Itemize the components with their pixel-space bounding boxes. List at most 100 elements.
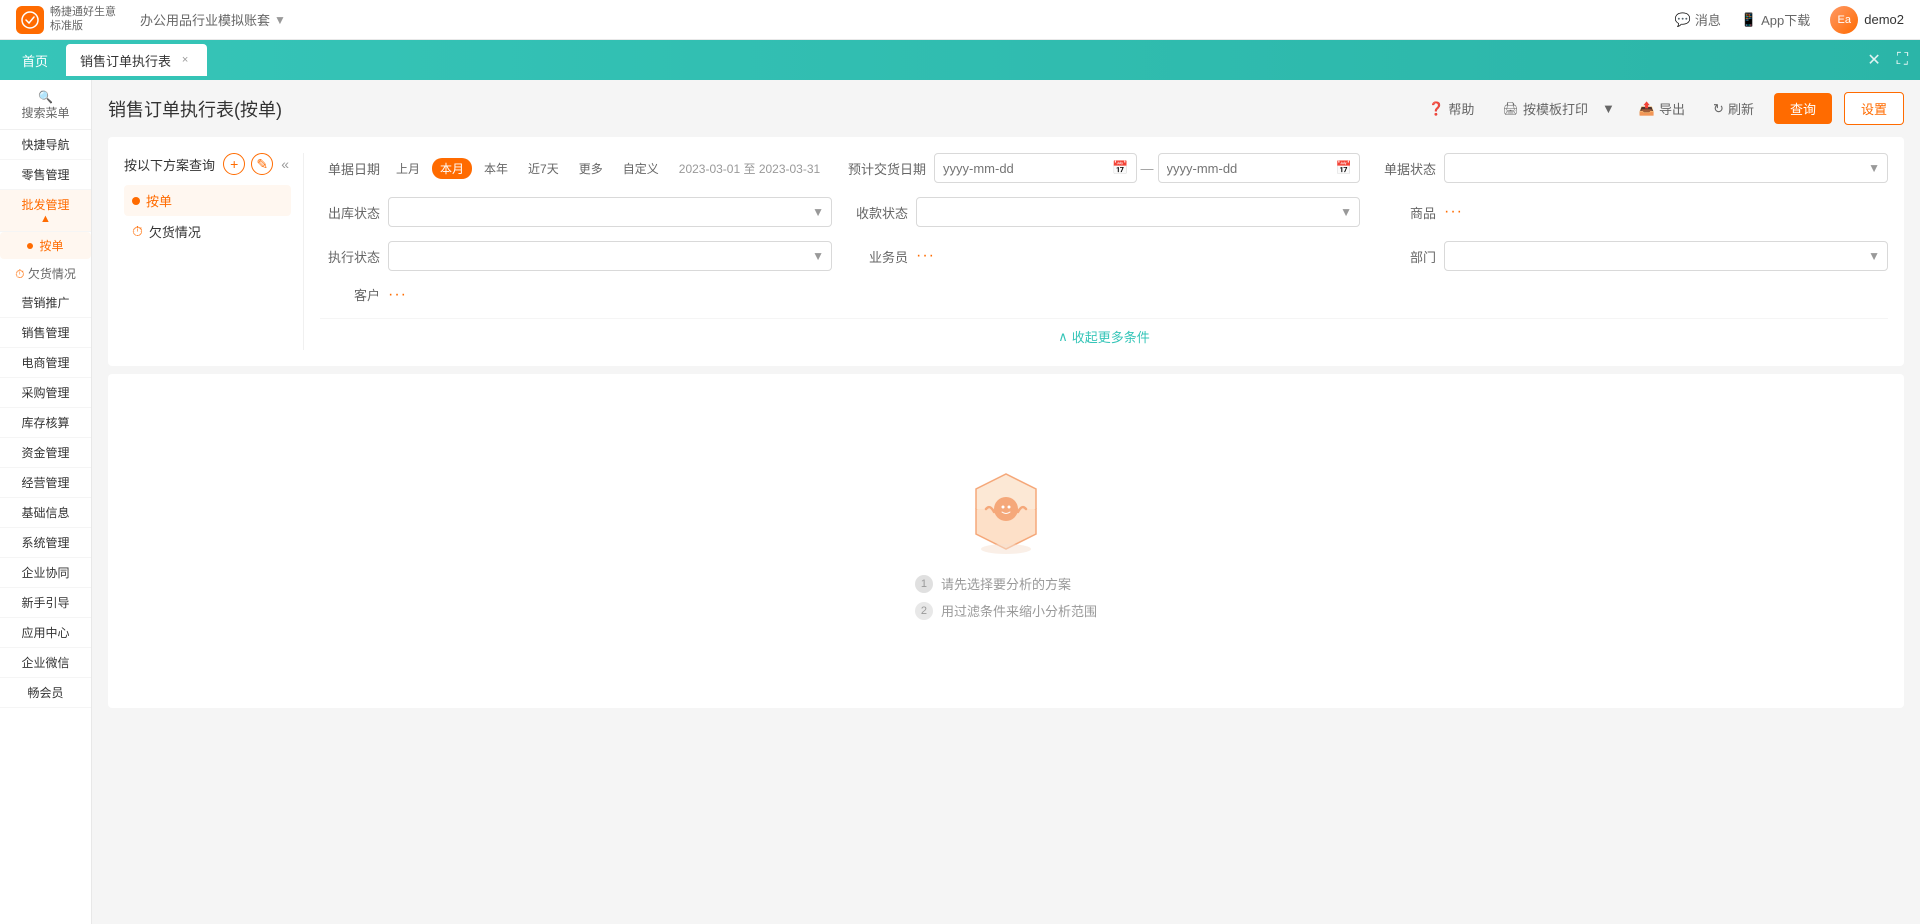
filter-row-4: 客户 ··· [320, 285, 1888, 304]
scheme-item-arrears[interactable]: ⏱ 欠货情况 [124, 216, 291, 247]
customer-label: 客户 [320, 285, 380, 304]
sidebar-item-retail[interactable]: 零售管理 [0, 160, 91, 190]
content-area: 销售订单执行表(按单) ❓ 帮助 🖨 按模板打印 ▼ 📤 导出 [92, 80, 1920, 924]
refresh-button[interactable]: ↻ 刷新 [1705, 95, 1762, 122]
app-download-button[interactable]: 📱 App下载 [1741, 10, 1810, 29]
breadcrumb[interactable]: 办公用品行业模拟账套 ▼ [140, 10, 286, 29]
tab-close-all-button[interactable]: ✕ [1863, 46, 1884, 74]
edit-scheme-button[interactable]: ✎ [251, 153, 273, 175]
sidebar-item-purchase[interactable]: 采购管理 [0, 378, 91, 408]
sidebar-item-ecommerce[interactable]: 电商管理 [0, 348, 91, 378]
header-right: 💬 消息 📱 App下载 Ea demo2 [1675, 6, 1904, 34]
expected-delivery-field: 预计交货日期 📅 — 📅 [848, 153, 1360, 183]
print-button-group[interactable]: 🖨 按模板打印 ▼ [1494, 95, 1618, 122]
filter-layout: 按以下方案查询 + ✎ « 按单 [124, 153, 1888, 350]
print-dropdown-button[interactable]: ▼ [1598, 97, 1619, 120]
sidebar-item-basic[interactable]: 基础信息 [0, 498, 91, 528]
execution-status-select[interactable] [388, 241, 832, 271]
department-select[interactable] [1444, 241, 1888, 271]
sub-item-press-order[interactable]: 按单 [0, 232, 91, 259]
sidebar-item-corp-wechat[interactable]: 企业微信 [0, 648, 91, 678]
sidebar-item-operations[interactable]: 经营管理 [0, 468, 91, 498]
sidebar-item-enterprise[interactable]: 企业协同 [0, 558, 91, 588]
scheme-clock-icon: ⏱ [132, 223, 143, 240]
collapse-panel-button[interactable]: « [279, 154, 291, 174]
edit-icon: ✎ [256, 156, 268, 173]
sidebar-item-label: 零售管理 [4, 166, 87, 183]
add-scheme-button[interactable]: + [223, 153, 245, 175]
message-button[interactable]: 💬 消息 [1675, 10, 1721, 29]
sidebar-item-app-center[interactable]: 应用中心 [0, 618, 91, 648]
filter-row-1: 单据日期 上月 本月 本年 近7天 更多 自定义 2023-03-01 至 20… [320, 153, 1888, 183]
username: demo2 [1864, 12, 1904, 27]
print-icon: 🖨 [1502, 101, 1519, 117]
sidebar-item-marketing[interactable]: 营销推广 [0, 288, 91, 318]
sidebar-item-newbie[interactable]: 新手引导 [0, 588, 91, 618]
tab-sales-order[interactable]: 销售订单执行表 × [66, 44, 207, 76]
date-custom-btn[interactable]: 自定义 [615, 158, 667, 179]
date-more-btn[interactable]: 更多 [571, 158, 611, 179]
tab-close-button[interactable]: × [177, 52, 193, 68]
payment-status-select[interactable] [916, 197, 1360, 227]
print-button[interactable]: 🖨 按模板打印 [1494, 95, 1596, 122]
date-current-month-btn[interactable]: 本月 [432, 158, 472, 179]
date-current-year-btn[interactable]: 本年 [476, 158, 516, 179]
page-title: 销售订单执行表(按单) [108, 96, 282, 122]
execution-status-label: 执行状态 [320, 247, 380, 266]
sidebar-search-button[interactable]: 🔍 搜索菜单 [8, 90, 83, 121]
execution-status-select-wrapper: ▼ [388, 241, 832, 271]
date-separator: — [1141, 161, 1154, 176]
user-menu[interactable]: Ea demo2 [1830, 6, 1904, 34]
sidebar-item-sales[interactable]: 销售管理 [0, 318, 91, 348]
query-button[interactable]: 查询 [1774, 93, 1832, 124]
empty-hints: 1 请先选择要分析的方案 2 用过滤条件来缩小分析范围 [915, 574, 1097, 628]
message-icon: 💬 [1675, 12, 1691, 28]
help-button[interactable]: ❓ 帮助 [1420, 95, 1482, 122]
goods-field: 商品 ··· [1376, 203, 1888, 222]
sub-item-arrears[interactable]: ⏱ 欠货情况 [0, 259, 91, 288]
tab-home[interactable]: 首页 [8, 44, 62, 76]
logo-area: 畅捷通好生意 标准版 [16, 6, 116, 34]
date-last-7days-btn[interactable]: 近7天 [520, 158, 567, 179]
empty-hint-2: 2 用过滤条件来缩小分析范围 [915, 601, 1097, 620]
tab-bar: 首页 销售订单执行表 × ✕ ⛶ [0, 40, 1920, 80]
sidebar-item-inventory[interactable]: 库存核算 [0, 408, 91, 438]
bill-status-select[interactable] [1444, 153, 1888, 183]
empty-hint-1: 1 请先选择要分析的方案 [915, 574, 1097, 593]
scheme-item-press-order[interactable]: 按单 [124, 185, 291, 216]
collapse-more-button[interactable]: ∧ 收起更多条件 [1058, 327, 1150, 346]
sidebar: 🔍 搜索菜单 快捷导航 零售管理 批发管理 ▲ 按单 ⏱ 欠货情况 营销推 [0, 80, 92, 924]
sidebar-item-shortcut[interactable]: 快捷导航 [0, 130, 91, 160]
salesperson-dots-button[interactable]: ··· [916, 247, 935, 265]
settings-button[interactable]: 设置 [1844, 92, 1904, 125]
filter-left-title: 按以下方案查询 + ✎ « [124, 153, 291, 175]
sidebar-item-member[interactable]: 畅会员 [0, 678, 91, 708]
main-container: 🔍 搜索菜单 快捷导航 零售管理 批发管理 ▲ 按单 ⏱ 欠货情况 营销推 [0, 80, 1920, 924]
sidebar-item-system[interactable]: 系统管理 [0, 528, 91, 558]
sidebar-item-wholesale[interactable]: 批发管理 ▲ [0, 190, 91, 232]
sidebar-item-label: 快捷导航 [4, 136, 87, 153]
download-icon: 📱 [1741, 12, 1757, 28]
goods-dots-button[interactable]: ··· [1444, 203, 1463, 221]
sidebar-item-finance[interactable]: 资金管理 [0, 438, 91, 468]
delivery-date-start-input[interactable] [934, 153, 1137, 183]
filter-row-3: 执行状态 ▼ 业务员 ··· [320, 241, 1888, 271]
salesperson-field: 业务员 ··· [848, 247, 1360, 266]
page-title-bar: 销售订单执行表(按单) ❓ 帮助 🖨 按模板打印 ▼ 📤 导出 [108, 92, 1904, 125]
filter-row-2: 出库状态 ▼ 收款状态 [320, 197, 1888, 227]
delivery-status-select[interactable] [388, 197, 832, 227]
delivery-status-label: 出库状态 [320, 203, 380, 222]
tab-fullscreen-button[interactable]: ⛶ [1893, 46, 1912, 74]
hint-num-1: 1 [915, 575, 933, 593]
salesperson-label: 业务员 [848, 247, 908, 266]
sidebar-search-area[interactable]: 🔍 搜索菜单 [0, 80, 91, 130]
date-last-month-btn[interactable]: 上月 [388, 158, 428, 179]
delivery-status-select-wrapper: ▼ [388, 197, 832, 227]
customer-dots-button[interactable]: ··· [388, 286, 407, 304]
goods-label: 商品 [1376, 203, 1436, 222]
top-header: 畅捷通好生意 标准版 办公用品行业模拟账套 ▼ 💬 消息 📱 App下载 Ea … [0, 0, 1920, 40]
wholesale-sub-menu: 按单 ⏱ 欠货情况 [0, 232, 91, 288]
home-tab-label: 首页 [22, 51, 48, 70]
export-button[interactable]: 📤 导出 [1631, 95, 1693, 122]
delivery-date-end-input[interactable] [1158, 153, 1361, 183]
